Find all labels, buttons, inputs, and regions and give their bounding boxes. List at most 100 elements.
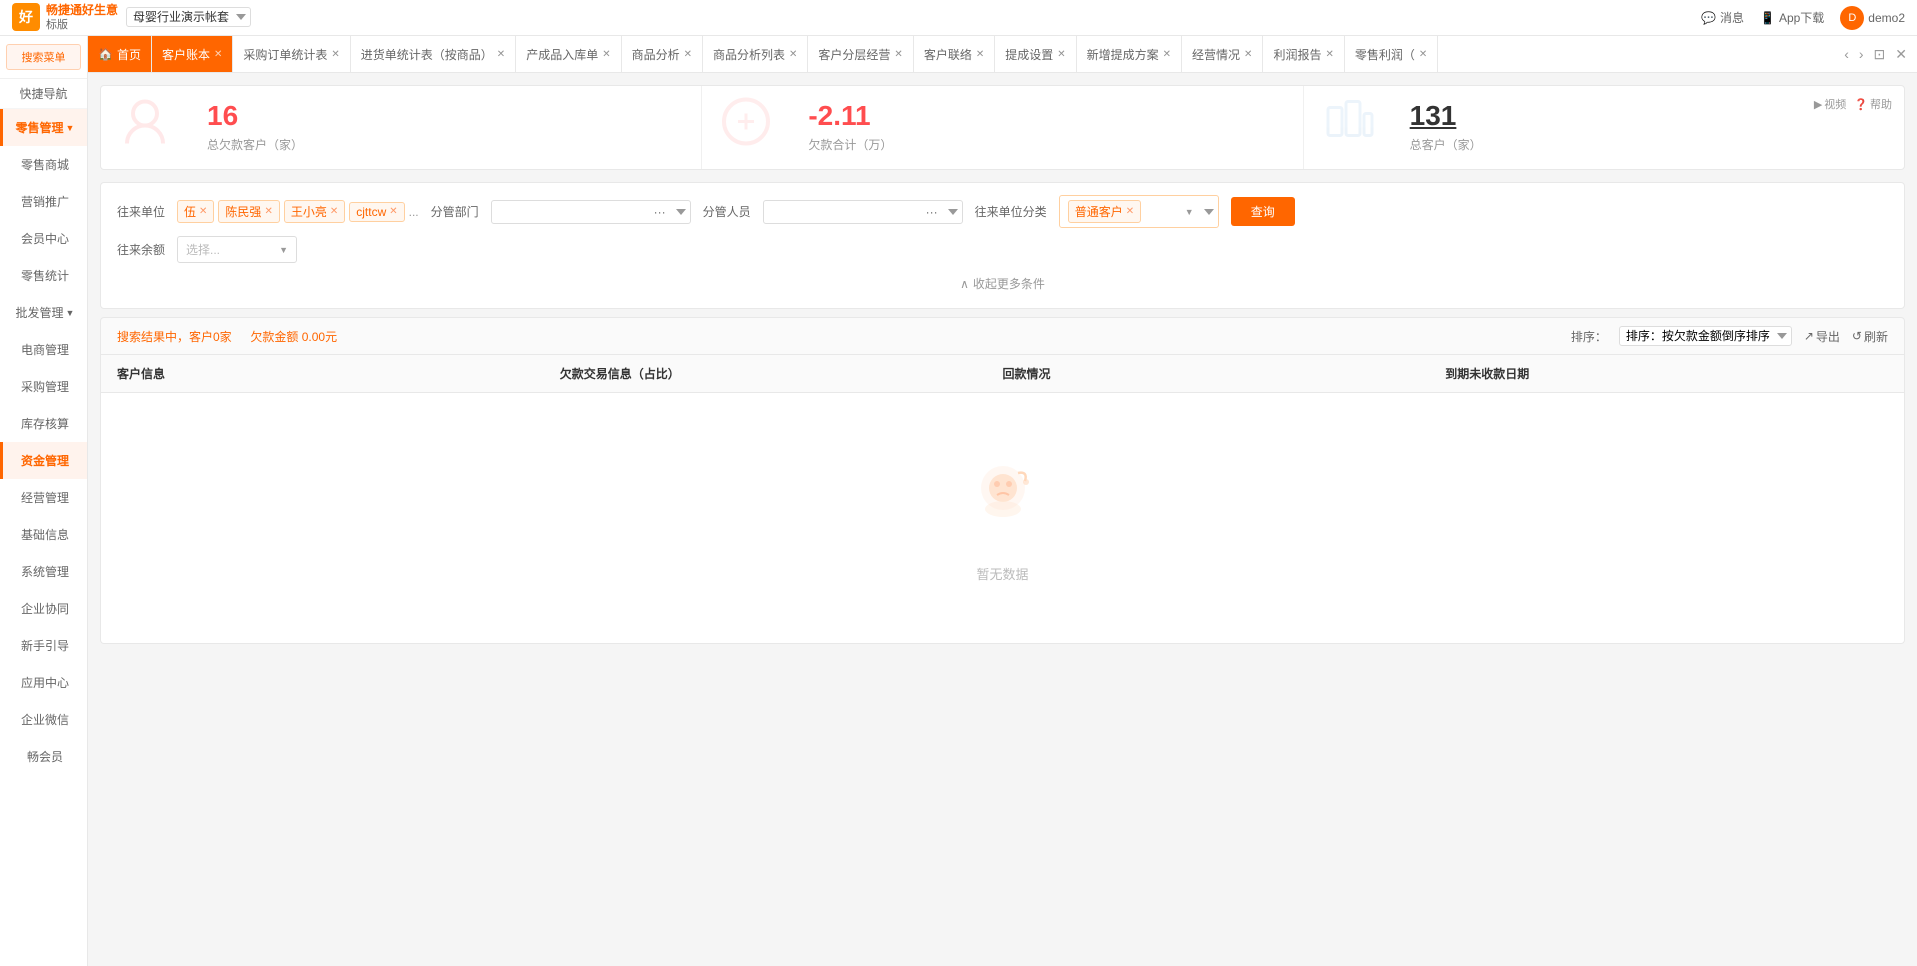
sidebar-item-enterprise[interactable]: 企业协同 xyxy=(0,590,87,627)
sidebar-item-retail-mgmt[interactable]: 零售管理 ▼ xyxy=(0,109,87,146)
user-menu[interactable]: D demo2 xyxy=(1840,6,1905,30)
dept-select[interactable]: ··· xyxy=(491,200,691,224)
tab-close-new-mention[interactable]: ✕ xyxy=(1163,49,1171,60)
filter-tag-close-chen[interactable]: ✕ xyxy=(264,206,272,217)
unit-class-tag-close[interactable]: ✕ xyxy=(1126,206,1134,217)
filter-tag-cjttcw[interactable]: cjttcw ✕ xyxy=(349,202,404,222)
refresh-icon: ↺ xyxy=(1852,329,1862,343)
message-icon: 💬 xyxy=(1701,11,1716,25)
filter-more-btn[interactable]: ... xyxy=(409,205,419,219)
tab-close-customer-contact[interactable]: ✕ xyxy=(976,49,984,60)
sidebar-item-purchase[interactable]: 采购管理 xyxy=(0,368,87,405)
results-actions: 排序： 排序：按欠款金额倒序排序 ↗ 导出 ↺ 刷新 xyxy=(1571,326,1888,346)
col-repayment: 回款情况 xyxy=(1003,365,1446,382)
tab-close-product-analysis[interactable]: ✕ xyxy=(684,49,692,60)
person-filter-label: 分管人员 xyxy=(703,203,751,220)
sidebar-item-inventory[interactable]: 库存核算 xyxy=(0,405,87,442)
col-due-date: 到期未收款日期 xyxy=(1445,365,1888,382)
person-select[interactable]: ··· xyxy=(763,200,963,224)
tab-close-customer-segment[interactable]: ✕ xyxy=(894,49,902,60)
video-btn[interactable]: ▶ 视频 xyxy=(1814,96,1846,112)
tab-close-mention-settings[interactable]: ✕ xyxy=(1057,49,1065,60)
filter-tag-chenminqiang[interactable]: 陈民强 ✕ xyxy=(218,200,279,223)
sidebar-item-wechat[interactable]: 企业微信 xyxy=(0,701,87,738)
sidebar-item-newbie[interactable]: 新手引导 xyxy=(0,627,87,664)
tab-close-all-btn[interactable]: ✕ xyxy=(1891,44,1911,65)
tab-close-purchase-stats[interactable]: ✕ xyxy=(331,49,339,60)
dept-filter-label: 分管部门 xyxy=(431,203,479,220)
filter-tag-close-qu[interactable]: ✕ xyxy=(199,206,207,217)
tab-close-product-analysis-list[interactable]: ✕ xyxy=(789,49,797,60)
sidebar-item-member[interactable]: 畅会员 xyxy=(0,738,87,775)
sidebar-item-capital[interactable]: 资金管理 xyxy=(0,442,87,479)
collapse-btn[interactable]: ∧ 收起更多条件 xyxy=(960,271,1045,296)
sidebar-item-retail-mall[interactable]: 零售商城 xyxy=(0,146,87,183)
tab-new-mention[interactable]: 新增提成方案 ✕ xyxy=(1077,36,1182,72)
unit-class-tag: 普通客户 ✕ xyxy=(1068,200,1141,223)
tab-inbound-stats[interactable]: 进货单统计表（按商品） ✕ xyxy=(351,36,516,72)
tab-bar-inner: 🏠 首页 客户账本 ✕ 采购订单统计表 ✕ 进货单统计表（按商品） ✕ 产成品入… xyxy=(88,36,1834,72)
sidebar-item-ecommerce[interactable]: 电商管理 xyxy=(0,331,87,368)
help-btn[interactable]: ❓ 帮助 xyxy=(1854,96,1892,112)
stat-label-debt: 欠款合计（万） xyxy=(808,136,1282,153)
store-select[interactable]: 母婴行业演示帐套 xyxy=(126,7,251,27)
export-btn[interactable]: ↗ 导出 xyxy=(1804,328,1840,345)
tab-next-btn[interactable]: › xyxy=(1855,44,1868,64)
tab-operation-status[interactable]: 经营情况 ✕ xyxy=(1182,36,1263,72)
tab-mention-settings[interactable]: 提成设置 ✕ xyxy=(995,36,1076,72)
table-header: 客户信息 欠款交易信息（占比） 回款情况 到期未收款日期 xyxy=(101,355,1904,393)
results-info: 搜索结果中，客户0家 欠款金额 0.00元 xyxy=(117,328,337,345)
sidebar-item-app-center[interactable]: 应用中心 xyxy=(0,664,87,701)
sidebar-item-batch-mgmt[interactable]: 批发管理 ▼ xyxy=(0,294,87,331)
sort-select[interactable]: 排序：按欠款金额倒序排序 xyxy=(1619,326,1792,346)
tab-purchase-stats[interactable]: 采购订单统计表 ✕ xyxy=(233,36,350,72)
tab-expand-btn[interactable]: ⊡ xyxy=(1870,44,1890,65)
message-btn[interactable]: 💬 消息 xyxy=(1701,9,1744,26)
tab-product-analysis[interactable]: 商品分析 ✕ xyxy=(622,36,703,72)
filter-tag-close-cjttcw[interactable]: ✕ xyxy=(389,206,397,217)
quick-nav-btn[interactable]: 快捷导航 xyxy=(0,79,87,109)
tab-retail-profit[interactable]: 零售利润（ ✕ xyxy=(1345,36,1438,72)
filter-tag-qu[interactable]: 伍 ✕ xyxy=(177,200,214,223)
tab-close-profit-report[interactable]: ✕ xyxy=(1325,49,1333,60)
tab-close-operation-status[interactable]: ✕ xyxy=(1244,49,1252,60)
sidebar-item-retail-stats[interactable]: 零售统计 xyxy=(0,257,87,294)
stats-row: 16 总欠款客户（家） -2.11 欠款合计（万） xyxy=(100,85,1905,170)
tab-nav-controls: ‹ › ⊡ ✕ xyxy=(1834,44,1917,65)
tab-cost-inbound[interactable]: 产成品入库单 ✕ xyxy=(516,36,621,72)
tab-close-inbound-stats[interactable]: ✕ xyxy=(497,49,505,60)
sidebar-item-operation[interactable]: 经营管理 xyxy=(0,479,87,516)
sidebar-item-marketing[interactable]: 营销推广 xyxy=(0,183,87,220)
tab-close-cost-inbound[interactable]: ✕ xyxy=(602,49,610,60)
filter-row-balance: 往来余额 选择... ▼ xyxy=(117,236,1888,263)
tab-prev-btn[interactable]: ‹ xyxy=(1840,44,1853,64)
tab-customer-segment[interactable]: 客户分层经营 ✕ xyxy=(808,36,913,72)
unit-class-select[interactable]: 普通客户 ✕ ▼ xyxy=(1059,195,1219,228)
tab-close-customer-accounts[interactable]: ✕ xyxy=(214,49,222,60)
stat-card-customers: 131 总客户（家） ▶ 视频 ❓ 帮助 xyxy=(1304,86,1904,169)
filter-tag-wangxiaoliang[interactable]: 王小亮 ✕ xyxy=(284,200,345,223)
sidebar-item-system[interactable]: 系统管理 xyxy=(0,553,87,590)
filter-area: 往来单位 伍 ✕ 陈民强 ✕ 王小亮 ✕ xyxy=(100,182,1905,309)
tab-customer-contact[interactable]: 客户联络 ✕ xyxy=(914,36,995,72)
mobile-icon: 📱 xyxy=(1760,11,1775,25)
filter-tag-close-wang[interactable]: ✕ xyxy=(330,206,338,217)
chevron-icon: ▼ xyxy=(66,308,75,318)
sidebar-item-member-center[interactable]: 会员中心 xyxy=(0,220,87,257)
refresh-btn[interactable]: ↺ 刷新 xyxy=(1852,328,1888,345)
app-download-btn[interactable]: 📱 App下载 xyxy=(1760,9,1824,26)
tab-home[interactable]: 🏠 首页 xyxy=(88,36,152,72)
stat-label-debtors: 总欠款客户（家） xyxy=(207,136,681,153)
tab-profit-report[interactable]: 利润报告 ✕ xyxy=(1263,36,1344,72)
tab-close-retail-profit[interactable]: ✕ xyxy=(1419,49,1427,60)
tab-customer-accounts[interactable]: 客户账本 ✕ xyxy=(152,36,233,72)
main-layout: 搜索菜单 快捷导航 零售管理 ▼ 零售商城 营销推广 会员中心 零售统计 批发管… xyxy=(0,36,1917,966)
home-icon: 🏠 xyxy=(98,47,113,61)
query-btn[interactable]: 查询 xyxy=(1231,197,1295,226)
stat-bg-icon-customers xyxy=(1320,93,1376,162)
tab-product-analysis-list[interactable]: 商品分析列表 ✕ xyxy=(703,36,808,72)
sidebar-item-basic-info[interactable]: 基础信息 xyxy=(0,516,87,553)
search-menu-btn[interactable]: 搜索菜单 xyxy=(6,44,81,70)
stat-value-debtors: 16 xyxy=(207,102,681,130)
balance-input[interactable]: 选择... ▼ xyxy=(177,236,297,263)
